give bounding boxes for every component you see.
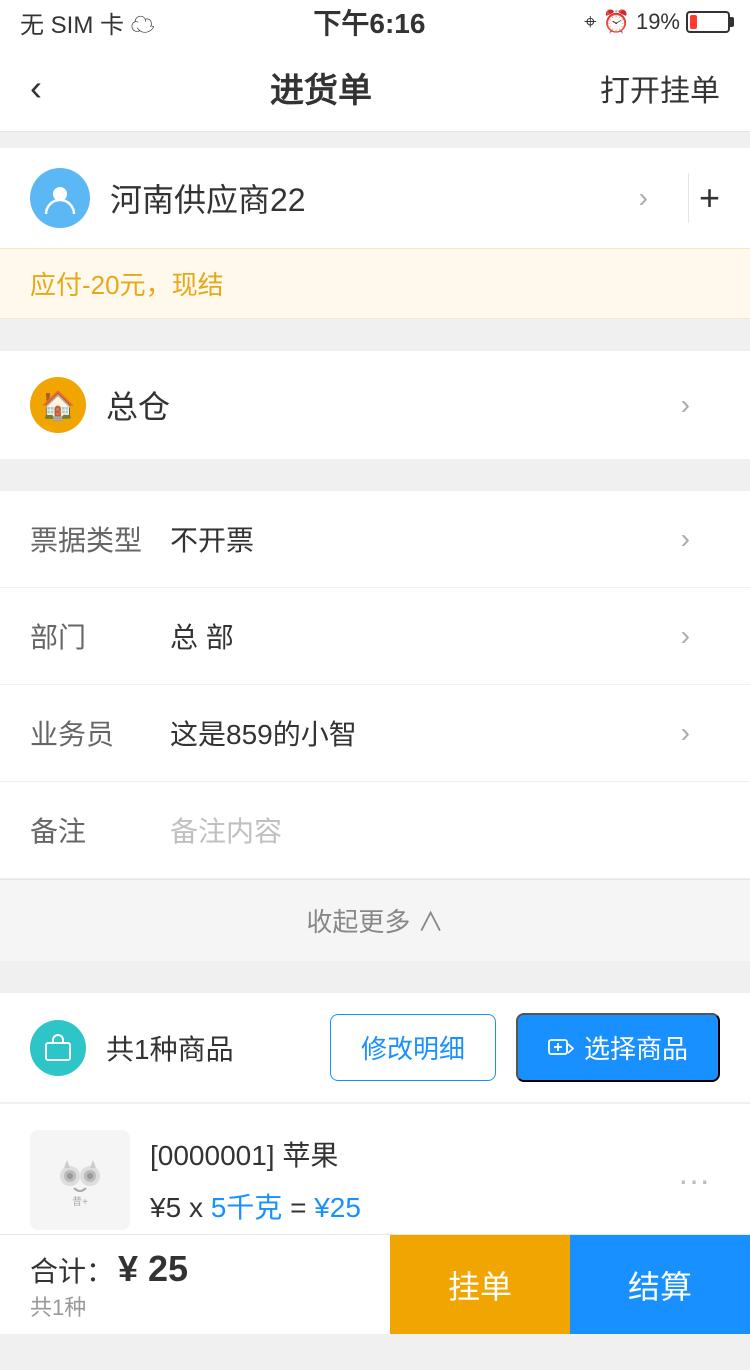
edit-details-button[interactable]: 修改明细 xyxy=(330,1014,496,1081)
department-value: 总 部 xyxy=(170,616,681,656)
invoice-type-row[interactable]: 票据类型 不开票 › xyxy=(0,491,750,588)
status-bar: 无 SIM 卡 ☁ 下午6:16 ⌖ ⏰ 19% xyxy=(0,0,750,44)
supplier-avatar xyxy=(30,168,90,228)
supplier-name: 河南供应商22 xyxy=(110,175,639,221)
salesperson-chevron: › xyxy=(681,717,690,749)
product-count-label: 共1种商品 xyxy=(106,1028,310,1068)
equals-sign: = xyxy=(290,1192,314,1223)
bottom-bar: 合计： ¥ 25 共1种 挂单 结算 xyxy=(0,1234,750,1334)
supplier-info-banner: 应付-20元，现结 xyxy=(0,248,750,319)
invoice-type-chevron: › xyxy=(681,523,690,555)
department-chevron: › xyxy=(681,620,690,652)
status-time: 下午6:16 xyxy=(313,2,425,42)
total-amount: ¥ 25 xyxy=(118,1248,188,1290)
product-formula: ¥5 x 5千克 = ¥25 xyxy=(150,1186,668,1226)
total-count: 共1种 xyxy=(30,1290,360,1322)
warehouse-section: 🏠 总仓 › xyxy=(0,351,750,459)
invoice-type-value: 不开票 xyxy=(170,519,681,559)
checkout-button[interactable]: 结算 xyxy=(570,1235,750,1334)
open-pending-button[interactable]: 打开挂单 xyxy=(600,66,720,110)
select-product-label: 选择商品 xyxy=(584,1029,688,1066)
battery-percent: 19% xyxy=(636,9,680,35)
product-price: ¥5 xyxy=(150,1192,181,1223)
remarks-row[interactable]: 备注 备注内容 xyxy=(0,782,750,879)
battery-icon xyxy=(686,11,730,33)
nav-bar: ‹ 进货单 打开挂单 xyxy=(0,44,750,132)
product-title-name: 苹果 xyxy=(282,1140,338,1171)
salesperson-row[interactable]: 业务员 这是859的小智 › xyxy=(0,685,750,782)
supplier-chevron-icon: › xyxy=(639,182,648,214)
product-more-button[interactable]: ··· xyxy=(668,1152,720,1209)
status-right: ⌖ ⏰ 19% xyxy=(584,9,730,35)
products-header: 共1种商品 修改明细 选择商品 xyxy=(0,993,750,1102)
product-name: [0000001] 苹果 xyxy=(150,1134,668,1174)
supplier-row[interactable]: 河南供应商22 › + xyxy=(0,148,750,248)
hang-order-button[interactable]: 挂单 xyxy=(390,1235,570,1334)
page-title: 进货单 xyxy=(270,63,372,112)
product-code: [0000001] xyxy=(150,1140,275,1171)
warehouse-icon: 🏠 xyxy=(30,377,86,433)
remarks-value: 备注内容 xyxy=(170,810,720,850)
product-thumbnail: 昔+ xyxy=(30,1130,130,1230)
divider xyxy=(688,173,689,223)
total-section: 合计： ¥ 25 共1种 xyxy=(0,1235,390,1334)
product-qty: 5千克 xyxy=(211,1192,283,1223)
invoice-type-label: 票据类型 xyxy=(30,519,170,559)
product-total: ¥25 xyxy=(314,1192,361,1223)
status-left: 无 SIM 卡 ☁ xyxy=(20,5,155,40)
products-section: 共1种商品 修改明细 选择商品 xyxy=(0,993,750,1254)
department-label: 部门 xyxy=(30,616,170,656)
collapse-button[interactable]: 收起更多 ∧ xyxy=(0,879,750,961)
sim-status: 无 SIM 卡 ☁ xyxy=(20,5,155,40)
salesperson-label: 业务员 xyxy=(30,713,170,753)
products-icon xyxy=(30,1020,86,1076)
product-item: 昔+ [0000001] 苹果 ¥5 x 5千克 = ¥25 ··· xyxy=(0,1106,750,1254)
supplier-section: 河南供应商22 › + 应付-20元，现结 xyxy=(0,148,750,319)
alarm-icon: ⏰ xyxy=(603,9,630,35)
salesperson-value: 这是859的小智 xyxy=(170,713,681,753)
warehouse-chevron-icon: › xyxy=(681,389,690,421)
collapse-label: 收起更多 ∧ xyxy=(306,902,443,939)
select-product-button[interactable]: 选择商品 xyxy=(516,1013,720,1082)
product-info: [0000001] 苹果 ¥5 x 5千克 = ¥25 xyxy=(150,1134,668,1226)
svg-text:昔+: 昔+ xyxy=(72,1196,88,1208)
back-button[interactable]: ‹ xyxy=(30,67,42,109)
remarks-label: 备注 xyxy=(30,810,170,850)
total-label: 合计： xyxy=(30,1250,114,1290)
location-icon: ⌖ xyxy=(584,9,596,35)
warehouse-name: 总仓 xyxy=(106,382,681,428)
multiply-sign: x xyxy=(189,1192,211,1223)
department-row[interactable]: 部门 总 部 › xyxy=(0,588,750,685)
warehouse-row[interactable]: 🏠 总仓 › xyxy=(0,351,750,459)
form-section: 票据类型 不开票 › 部门 总 部 › 业务员 这是859的小智 › 备注 备注… xyxy=(0,491,750,961)
add-supplier-button[interactable]: + xyxy=(699,177,720,219)
